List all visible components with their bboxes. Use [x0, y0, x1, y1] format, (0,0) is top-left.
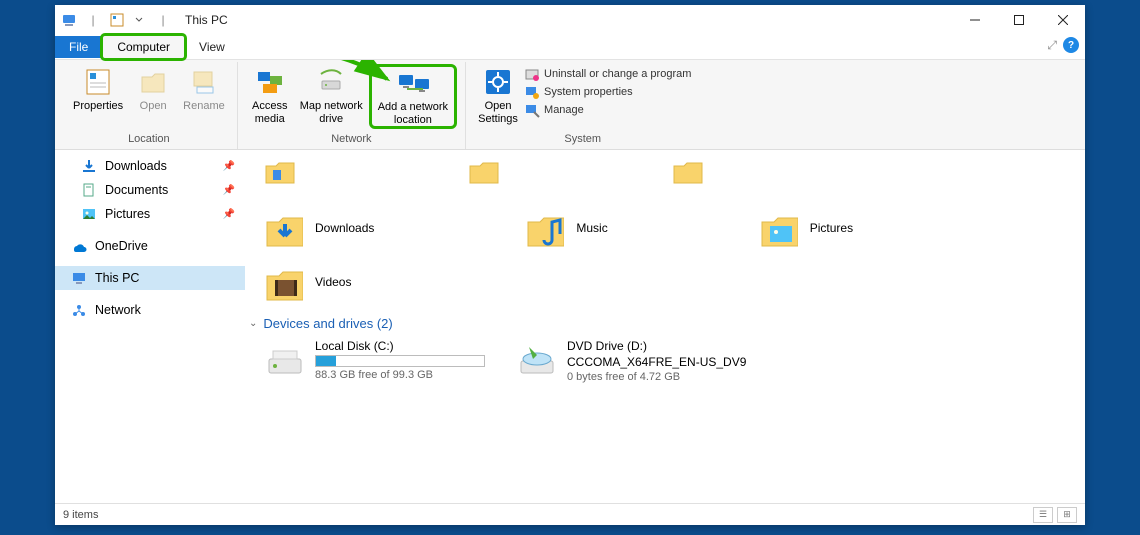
folder-downloads[interactable]: Downloads	[263, 208, 374, 248]
main-view: Downloads Music Pictures Videos ⌄	[245, 150, 1085, 503]
chevron-down-icon: ⌄	[249, 318, 257, 329]
nav-downloads[interactable]: Downloads📌	[55, 154, 245, 178]
explorer-window: | | This PC File Computer View ⤢ ? Prope…	[55, 5, 1085, 525]
folder-label: Music	[576, 221, 607, 235]
separator: |	[155, 12, 171, 28]
status-bar: 9 items ☰ ⊞	[55, 503, 1085, 525]
folder-label: Downloads	[315, 221, 374, 235]
qat-dropdown-icon[interactable]	[131, 12, 147, 28]
folder-label: Videos	[315, 275, 351, 289]
folder-videos[interactable]: Videos	[263, 262, 351, 302]
window-title: This PC	[185, 13, 228, 27]
nav-documents[interactable]: Documents📌	[55, 178, 245, 202]
uninstall-icon	[524, 66, 540, 82]
drive-usage-bar	[315, 355, 485, 367]
drive-d[interactable]: DVD Drive (D:) CCCOMA_X64FRE_EN-US_DV9 0…	[515, 339, 746, 383]
titlebar: | | This PC	[55, 5, 1085, 35]
tab-file[interactable]: File	[55, 36, 102, 58]
nav-onedrive[interactable]: OneDrive	[55, 234, 245, 258]
folder-icon	[671, 156, 705, 190]
pictures-icon	[81, 206, 97, 222]
network-icon	[71, 302, 87, 318]
section-devices-drives[interactable]: ⌄ Devices and drives (2)	[249, 316, 1075, 331]
downloads-folder-icon	[263, 208, 303, 248]
collapse-ribbon-icon[interactable]: ⤢	[1047, 38, 1057, 53]
onedrive-icon	[71, 238, 87, 254]
pin-icon: 📌	[223, 161, 235, 172]
navigation-pane: Downloads📌 Documents📌 Pictures📌 OneDrive…	[55, 150, 245, 503]
pin-icon: 📌	[223, 209, 235, 220]
manage-icon	[524, 102, 540, 118]
folder-item[interactable]	[467, 156, 501, 190]
drive-free: 88.3 GB free of 99.3 GB	[315, 369, 485, 381]
manage-button[interactable]: Manage	[524, 102, 691, 118]
drive-c[interactable]: Local Disk (C:) 88.3 GB free of 99.3 GB	[263, 339, 485, 383]
pc-icon	[71, 270, 87, 286]
folder-icon	[467, 156, 501, 190]
open-button: Open	[129, 64, 177, 115]
pin-icon: 📌	[223, 185, 235, 196]
nav-network[interactable]: Network	[55, 298, 245, 322]
drive-label: CCCOMA_X64FRE_EN-US_DV9	[567, 355, 746, 369]
folder-item[interactable]	[671, 156, 705, 190]
maximize-button[interactable]	[997, 5, 1041, 35]
map-network-drive-button[interactable]: Map network drive	[296, 64, 367, 127]
folder-pictures[interactable]: Pictures	[758, 208, 853, 248]
nav-pictures[interactable]: Pictures📌	[55, 202, 245, 226]
folder-icon	[263, 156, 297, 190]
drive-free: 0 bytes free of 4.72 GB	[567, 371, 746, 383]
close-button[interactable]	[1041, 5, 1085, 35]
documents-icon	[81, 182, 97, 198]
rename-button: Rename	[179, 64, 229, 115]
pictures-folder-icon	[758, 208, 798, 248]
open-settings-button[interactable]: Open Settings	[474, 64, 522, 127]
qat-properties-icon[interactable]	[109, 12, 125, 28]
videos-folder-icon	[263, 262, 303, 302]
separator: |	[85, 12, 101, 28]
sysprops-icon	[524, 84, 540, 100]
ribbon: Properties Open Rename Location Access m…	[55, 60, 1085, 150]
folder-music[interactable]: Music	[524, 208, 607, 248]
downloads-icon	[81, 158, 97, 174]
view-details-button[interactable]: ☰	[1033, 507, 1053, 523]
help-icon[interactable]: ?	[1063, 37, 1079, 53]
ribbon-group-system: Open Settings Uninstall or change a prog…	[466, 62, 699, 149]
access-media-button[interactable]: Access media	[246, 64, 294, 127]
drive-name: DVD Drive (D:)	[567, 339, 746, 353]
uninstall-program-button[interactable]: Uninstall or change a program	[524, 66, 691, 82]
add-network-location-button[interactable]: Add a network location	[369, 64, 457, 129]
hdd-icon	[263, 339, 303, 379]
ribbon-tabs: File Computer View ⤢ ?	[55, 35, 1085, 60]
music-folder-icon	[524, 208, 564, 248]
view-large-icons-button[interactable]: ⊞	[1057, 507, 1077, 523]
nav-thispc[interactable]: This PC	[55, 266, 245, 290]
status-item-count: 9 items	[63, 509, 98, 521]
pc-icon	[61, 12, 77, 28]
tab-computer[interactable]: Computer	[102, 35, 185, 59]
folder-label: Pictures	[810, 221, 853, 235]
properties-button[interactable]: Properties	[69, 64, 127, 115]
system-properties-button[interactable]: System properties	[524, 84, 691, 100]
folder-item[interactable]	[263, 156, 297, 190]
dvd-icon	[515, 339, 555, 379]
drive-name: Local Disk (C:)	[315, 339, 485, 353]
ribbon-group-location: Properties Open Rename Location	[61, 62, 238, 149]
tab-view[interactable]: View	[185, 36, 239, 58]
ribbon-group-network: Access media Map network drive Add a net…	[238, 62, 466, 149]
minimize-button[interactable]	[953, 5, 997, 35]
